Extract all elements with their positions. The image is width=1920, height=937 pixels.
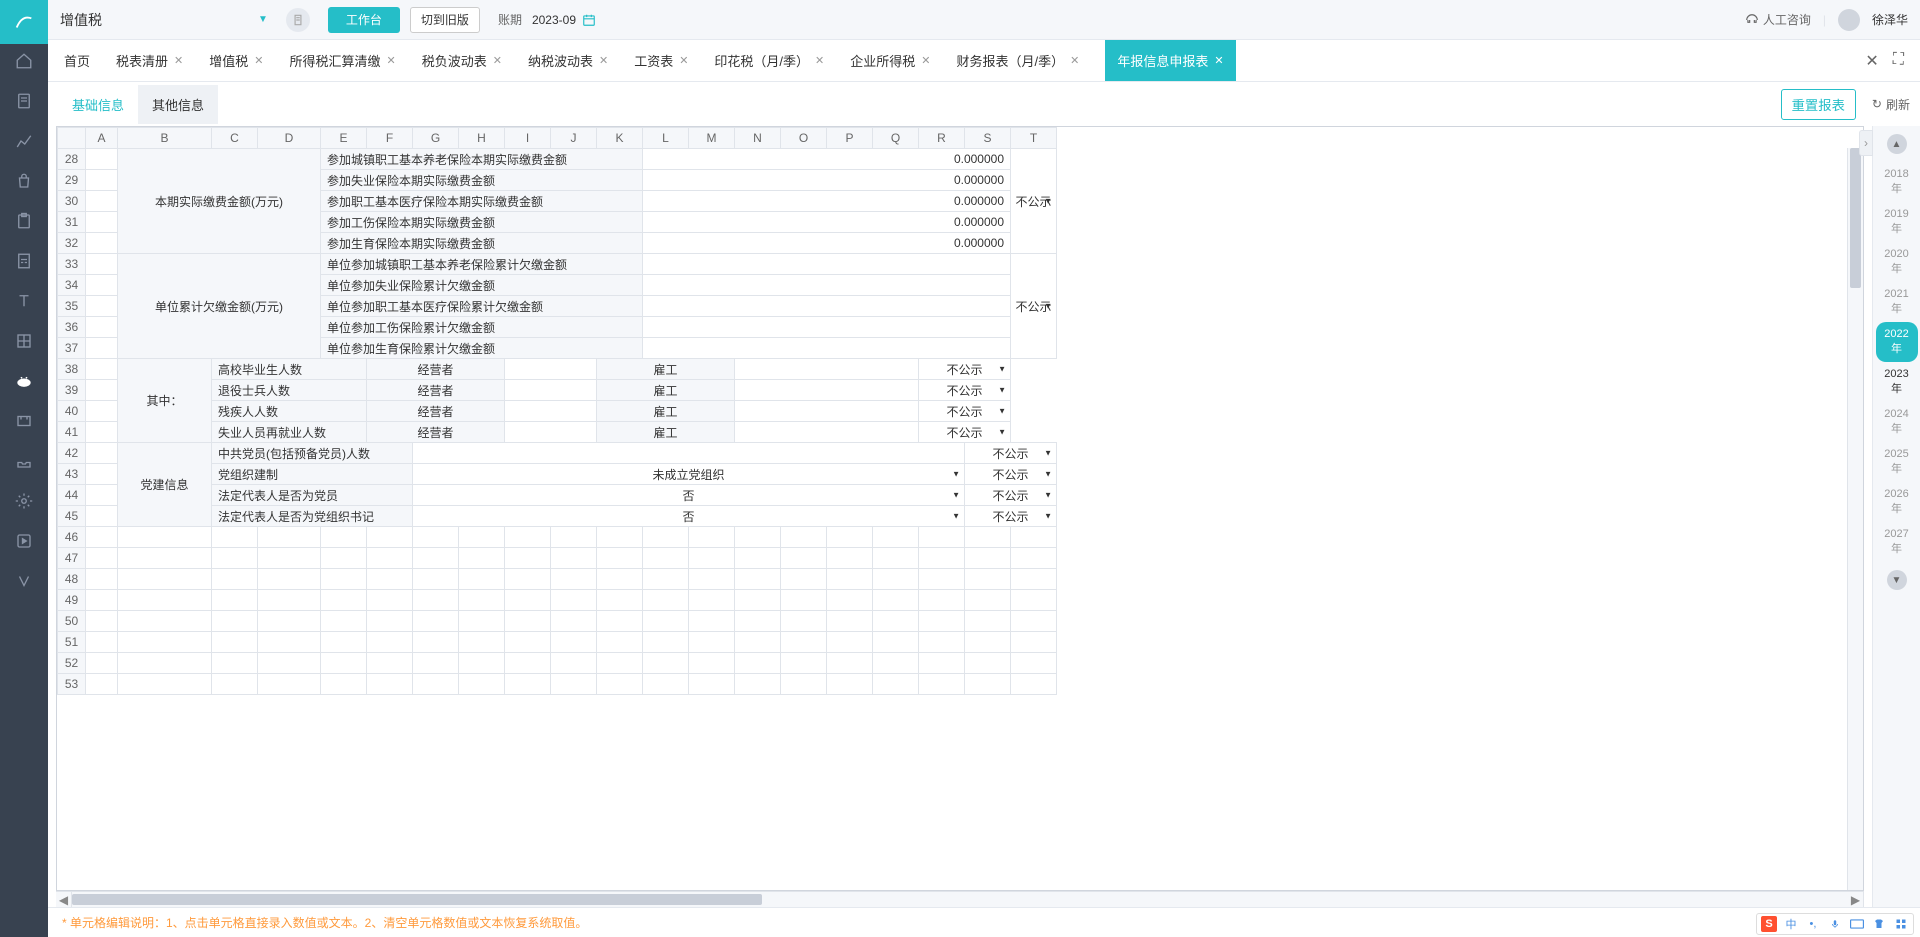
year-2023年[interactable]: 2023年 [1876,362,1918,402]
refresh-button[interactable]: ↻ 刷新 [1872,96,1910,113]
ime-mic-icon[interactable] [1827,916,1843,932]
year-panel: › ▲ 2018年2019年2020年2021年2022年2023年2024年2… [1872,126,1920,907]
nav-grid-icon[interactable] [13,330,35,352]
tab-close[interactable]: ✕ [254,54,263,67]
tab-首页[interactable]: 首页 [64,40,90,81]
tab-税表清册[interactable]: 税表清册✕ [116,40,183,81]
vertical-scrollbar[interactable] [1847,148,1863,890]
year-2027年[interactable]: 2027年 [1876,522,1918,562]
tab-close[interactable]: ✕ [921,54,930,67]
tab-expand[interactable]: ⛶ [1893,51,1904,71]
ime-punct-icon[interactable]: •, [1805,916,1821,932]
tab-所得税汇算清缴[interactable]: 所得税汇算清缴✕ [289,40,395,81]
user-name: 徐泽华 [1872,11,1908,28]
nav-text-icon[interactable] [13,290,35,312]
year-2026年[interactable]: 2026年 [1876,482,1918,522]
top-bar: 增值税 ▼ 工作台 切到旧版 账期 2023-09 人工咨询 | 徐泽 [48,0,1920,40]
notes-button[interactable] [286,8,310,32]
tab-增值税[interactable]: 增值税✕ [209,40,263,81]
subtab-other[interactable]: 其他信息 [138,85,218,124]
ime-s-icon[interactable]: S [1761,916,1777,932]
tab-工资表[interactable]: 工资表✕ [634,40,688,81]
year-2018年[interactable]: 2018年 [1876,162,1918,202]
horizontal-scrollbar[interactable] [72,892,1848,907]
ime-skin-icon[interactable] [1871,916,1887,932]
nav-gear-icon[interactable] [13,490,35,512]
year-2024年[interactable]: 2024年 [1876,402,1918,442]
nav-inbox-icon[interactable] [13,410,35,432]
tab-印花税（月/季）[interactable]: 印花税（月/季）✕ [714,40,824,81]
tab-close[interactable]: ✕ [1070,54,1079,67]
tab-纳税波动表[interactable]: 纳税波动表✕ [528,40,608,81]
tab-close[interactable]: ✕ [1214,54,1223,67]
ime-toolbar: S 中 •, [1756,913,1914,935]
footer-bar: * 单元格编辑说明：1、点击单元格直接录入数值或文本。2、清空单元格数值或文本恢… [48,907,1920,937]
chevron-down-icon: ▼ [258,14,268,25]
calendar-icon[interactable] [582,13,596,27]
tab-close[interactable]: ✕ [174,54,183,67]
tab-close[interactable]: ✕ [815,54,824,67]
ime-tools-icon[interactable] [1893,916,1909,932]
period-label: 账期 [498,11,522,28]
nav-clipboard-icon[interactable] [13,210,35,232]
footer-tip: * 单元格编辑说明：1、点击单元格直接录入数值或文本。2、清空单元格数值或文本恢… [62,914,587,931]
consult-link[interactable]: 人工咨询 [1745,11,1811,28]
nav-active-icon[interactable] [13,370,35,392]
tab-close-all[interactable]: ✕ [1865,51,1878,71]
refresh-icon: ↻ [1872,97,1882,111]
year-2025年[interactable]: 2025年 [1876,442,1918,482]
nav-play-icon[interactable] [13,530,35,552]
module-dropdown[interactable]: 增值税 ▼ [60,10,268,30]
nav-calc-icon[interactable] [13,250,35,272]
tab-企业所得税[interactable]: 企业所得税✕ [850,40,930,81]
panel-collapse[interactable]: › [1859,130,1873,156]
tab-税负波动表[interactable]: 税负波动表✕ [422,40,502,81]
nav-home-icon[interactable] [13,50,35,72]
scroll-right[interactable]: ▶ [1848,892,1864,907]
reset-button[interactable]: 重置报表 [1781,89,1856,120]
subtab-basic[interactable]: 基础信息 [58,85,138,124]
left-sidebar [0,0,48,937]
app-logo [10,8,38,36]
year-2022年[interactable]: 2022年 [1876,322,1918,362]
tab-年报信息申报表[interactable]: 年报信息申报表✕ [1105,40,1235,81]
tab-close[interactable]: ✕ [387,54,396,67]
tab-close[interactable]: ✕ [679,54,688,67]
tab-close[interactable]: ✕ [493,54,502,67]
nav-bag-icon[interactable] [13,170,35,192]
year-2021年[interactable]: 2021年 [1876,282,1918,322]
avatar[interactable] [1838,9,1860,31]
spreadsheet[interactable]: ABCDEFGHIJKLMNOPQRST28本期实际缴费金额(万元)参加城镇职工… [56,126,1864,891]
year-2020年[interactable]: 2020年 [1876,242,1918,282]
nav-chart-icon[interactable] [13,130,35,152]
year-2019年[interactable]: 2019年 [1876,202,1918,242]
nav-doc-icon[interactable] [13,90,35,112]
scroll-left[interactable]: ◀ [56,892,72,907]
nav-v-icon[interactable] [13,570,35,592]
workspace-button[interactable]: 工作台 [328,7,400,33]
year-up[interactable]: ▲ [1887,134,1907,154]
period-value[interactable]: 2023-09 [532,13,576,27]
tabs-bar: 首页税表清册✕ 增值税✕ 所得税汇算清缴✕ 税负波动表✕ 纳税波动表✕ 工资表✕ 印花税（月… [48,40,1920,82]
year-down[interactable]: ▼ [1887,570,1907,590]
ime-cn-icon[interactable]: 中 [1783,916,1799,932]
tab-财务报表（月/季）[interactable]: 财务报表（月/季）✕ [957,40,1080,81]
sub-bar: 基础信息 其他信息 重置报表 ↻ 刷新 [48,82,1920,126]
switch-old-button[interactable]: 切到旧版 [410,7,480,33]
nav-tray-icon[interactable] [13,450,35,472]
tab-close[interactable]: ✕ [599,54,608,67]
ime-kbd-icon[interactable] [1849,916,1865,932]
